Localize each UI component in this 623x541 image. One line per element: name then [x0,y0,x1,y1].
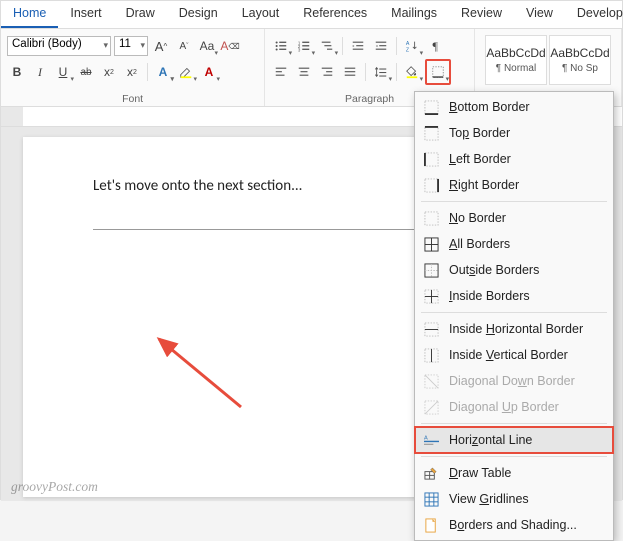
group-font: Calibri (Body) ▾ 11 ▾ A^ Aˇ Aa A⌫ B I U ab… [1,29,265,106]
align-left-button[interactable] [271,62,291,82]
menu-draw-table[interactable]: Draw Table [415,460,613,486]
font-name-select[interactable]: Calibri (Body) ▾ [7,36,111,56]
ribbon-tabs: Home Insert Draw Design Layout Reference… [1,1,622,29]
sort-button[interactable]: AZ [402,36,422,56]
menu-borders-and-shading[interactable]: Borders and Shading... [415,512,613,538]
bullets-button[interactable] [271,36,291,56]
top-border-icon [423,125,439,141]
gridlines-icon [423,491,439,507]
menu-right-border[interactable]: Right Border [415,172,613,198]
tab-draw[interactable]: Draw [114,1,167,28]
bottom-border-icon [423,99,439,115]
change-case-button[interactable]: Aa [197,36,217,56]
menu-inside-borders[interactable]: Inside Borders [415,283,613,309]
menu-diagonal-up-border: Diagonal Up Border [415,394,613,420]
underline-button[interactable]: U [53,62,73,82]
inside-h-border-icon [423,321,439,337]
outside-borders-icon [423,262,439,278]
menu-top-border[interactable]: Top Border [415,120,613,146]
numbering-button[interactable]: 123 [294,36,314,56]
group-label-font: Font [1,93,264,105]
subscript-button[interactable]: x2 [99,62,119,82]
bold-button[interactable]: B [7,62,27,82]
menu-no-border[interactable]: No Border [415,205,613,231]
svg-text:3: 3 [298,47,301,52]
font-size-value: 11 [119,38,131,50]
borders-button-highlight [425,59,451,85]
svg-text:A: A [424,435,428,441]
menu-inside-vertical-border[interactable]: Inside Vertical Border [415,342,613,368]
menu-outside-borders[interactable]: Outside Borders [415,257,613,283]
tab-mailings[interactable]: Mailings [379,1,449,28]
tab-view[interactable]: View [514,1,565,28]
italic-button[interactable]: I [30,62,50,82]
style-label: ¶ Normal [496,63,536,74]
inside-v-border-icon [423,347,439,363]
style-preview: AaBbCcDd [486,46,545,60]
svg-text:A: A [406,41,410,47]
borders-button[interactable] [428,62,448,82]
shading-button[interactable] [402,62,422,82]
chevron-down-icon: ▾ [103,40,108,51]
borders-shading-icon [423,517,439,533]
font-color-button[interactable]: A [199,62,219,82]
menu-bottom-border[interactable]: Bottom Border [415,94,613,120]
font-size-select[interactable]: 11 ▾ [114,36,148,56]
svg-text:Z: Z [406,47,410,53]
shrink-font-button[interactable]: Aˇ [174,36,194,56]
decrease-indent-button[interactable] [348,36,368,56]
chevron-down-icon: ▾ [140,40,145,51]
menu-view-gridlines[interactable]: View Gridlines [415,486,613,512]
right-border-icon [423,177,439,193]
grow-font-button[interactable]: A^ [151,36,171,56]
draw-table-icon [423,465,439,481]
line-spacing-button[interactable] [371,62,391,82]
menu-horizontal-line[interactable]: AHorizontal Line [415,427,613,453]
menu-all-borders[interactable]: All Borders [415,231,613,257]
multilevel-list-button[interactable] [317,36,337,56]
superscript-button[interactable]: x2 [122,62,142,82]
horizontal-line-icon: A [423,432,439,448]
no-border-icon [423,210,439,226]
tab-home[interactable]: Home [1,1,58,28]
clear-formatting-button[interactable]: A⌫ [220,36,240,56]
text-effects-button[interactable]: A [153,62,173,82]
diag-up-border-icon [423,399,439,415]
style-no-spacing[interactable]: AaBbCcDd ¶ No Sp [549,35,611,85]
watermark: groovyPost.com [11,479,98,495]
style-label: ¶ No Sp [562,63,598,74]
tab-review[interactable]: Review [449,1,514,28]
font-name-value: Calibri (Body) [12,38,82,50]
highlight-button[interactable] [176,62,196,82]
tab-design[interactable]: Design [167,1,230,28]
menu-left-border[interactable]: Left Border [415,146,613,172]
left-border-icon [423,151,439,167]
menu-diagonal-down-border: Diagonal Down Border [415,368,613,394]
inside-borders-icon [423,288,439,304]
align-center-button[interactable] [294,62,314,82]
tab-layout[interactable]: Layout [230,1,292,28]
strikethrough-button[interactable]: ab [76,62,96,82]
menu-inside-horizontal-border[interactable]: Inside Horizontal Border [415,316,613,342]
diag-down-border-icon [423,373,439,389]
tab-references[interactable]: References [291,1,379,28]
increase-indent-button[interactable] [371,36,391,56]
style-preview: AaBbCcDd [550,46,609,60]
tab-developer[interactable]: Developer [565,1,623,28]
borders-dropdown: Bottom Border Top Border Left Border Rig… [414,91,614,541]
style-normal[interactable]: AaBbCcDd ¶ Normal [485,35,547,85]
all-borders-icon [423,236,439,252]
align-right-button[interactable] [317,62,337,82]
justify-button[interactable] [340,62,360,82]
show-marks-button[interactable]: ¶ [425,36,445,56]
tab-insert[interactable]: Insert [58,1,113,28]
